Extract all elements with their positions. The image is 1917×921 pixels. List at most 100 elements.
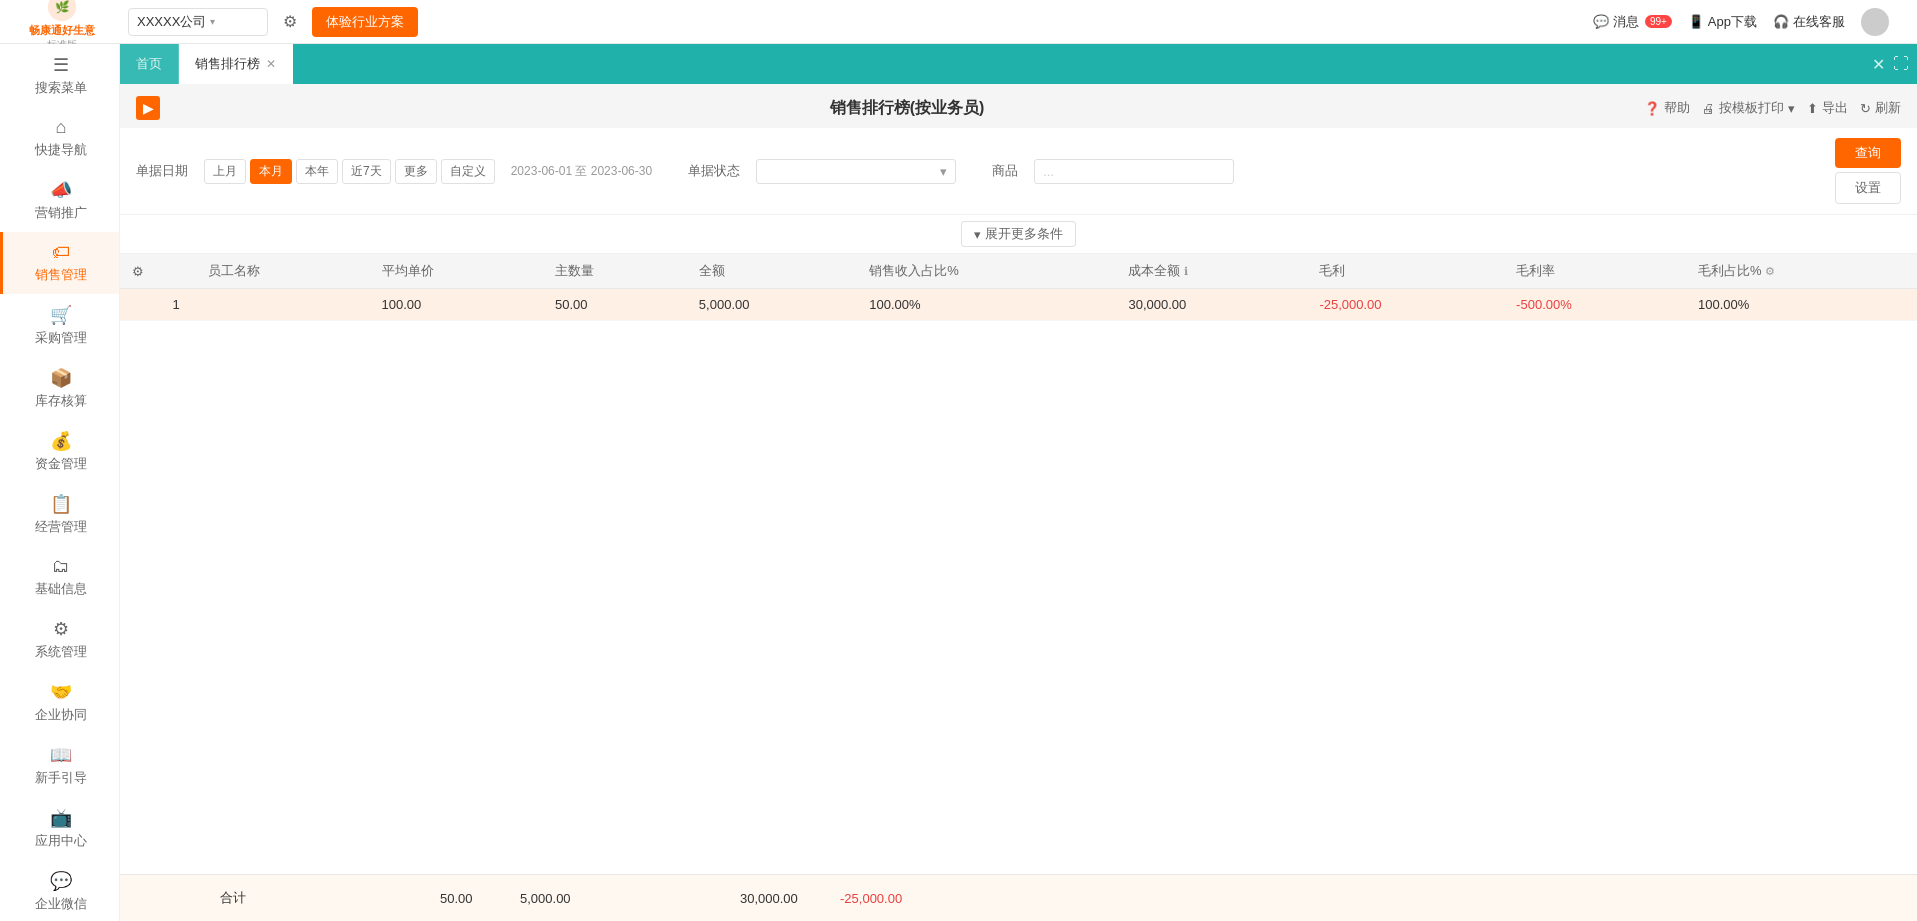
message-btn[interactable]: 💬 消息 99+ [1593,13,1672,31]
export-btn[interactable]: ⬆ 导出 [1807,99,1848,117]
expand-icon: ▾ [974,227,981,242]
online-service-btn[interactable]: 🎧 在线客服 [1773,13,1845,31]
footer-label: 合计 [208,883,328,913]
cell-quantity: 50.00 [543,289,687,321]
sidebar-label-sales: 销售管理 [35,266,87,284]
date-btn-7days[interactable]: 近7天 [342,159,391,184]
headset-icon: 🎧 [1773,14,1789,29]
sidebar-item-wechat[interactable]: 💬 企业微信 [0,860,119,921]
goods-input[interactable]: ... [1034,159,1234,184]
sidebar-item-finance[interactable]: 💰 资金管理 [0,420,119,483]
logo-line1: 畅康通好生意 [29,23,95,38]
setting-btn[interactable]: 设置 [1835,172,1901,204]
app-download-btn[interactable]: 📱 App下载 [1688,13,1757,31]
avatar[interactable] [1861,8,1889,36]
inventory-icon: 📦 [50,367,72,389]
cell-cost: 30,000.00 [1116,289,1307,321]
date-btn-more[interactable]: 更多 [395,159,437,184]
finance-icon: 💰 [50,430,72,452]
help-btn[interactable]: ❓ 帮助 [1644,99,1690,117]
collapse-arrow-btn[interactable]: ▶ [136,96,160,120]
col-cost: 成本全额 ℹ [1116,254,1307,289]
cell-rank: 1 [156,289,196,321]
chevron-down-icon: ▾ [210,16,215,27]
footer-sales-pct [608,892,728,904]
sidebar-label-wechat: 企业微信 [35,895,87,913]
col-name: 员工名称 [196,254,370,289]
date-btn-custom[interactable]: 自定义 [441,159,495,184]
sidebar-label-quick-nav: 快捷导航 [35,141,87,159]
sidebar-label-enterprise: 企业协同 [35,706,87,724]
expand-conditions-btn[interactable]: ▾ 展开更多条件 [961,221,1076,247]
sidebar-item-enterprise[interactable]: 🤝 企业协同 [0,671,119,734]
tab-home[interactable]: 首页 [120,44,179,84]
sidebar-item-operations[interactable]: 📋 经营管理 [0,483,119,546]
footer-cost: 30,000.00 [728,885,828,912]
sales-icon: 🏷 [52,242,70,263]
goods-placeholder: ... [1043,164,1225,179]
enterprise-icon: 🤝 [50,681,72,703]
cell-amount: 5,000.00 [687,289,857,321]
page-header: ▶ 销售排行榜(按业务员) ❓ 帮助 🖨 按模板打印 ▾ ⬆ 导出 [120,84,1917,128]
sidebar-item-inventory[interactable]: 📦 库存核算 [0,357,119,420]
company-name: XXXXX公司 [137,13,206,31]
expand-row: ▾ 展开更多条件 [120,215,1917,254]
basics-icon: 🗂 [52,556,70,577]
tab-sales-ranking[interactable]: 销售排行榜 ✕ [179,44,293,84]
col-avg-price: 平均单价 [370,254,544,289]
message-icon: 💬 [1593,14,1609,29]
filter-actions: 查询 设置 [1835,138,1901,204]
date-label: 单据日期 [136,162,188,180]
refresh-label: 刷新 [1875,99,1901,117]
trial-button[interactable]: 体验行业方案 [312,7,418,37]
date-btn-this-month[interactable]: 本月 [250,159,292,184]
print-chevron-icon: ▾ [1788,101,1795,116]
sidebar-item-quick-nav[interactable]: ⌂ 快捷导航 [0,107,119,169]
svg-text:🌿: 🌿 [55,0,70,14]
tab-close-window-icon[interactable]: ✕ [1872,55,1885,74]
sidebar-label-apps: 应用中心 [35,832,87,850]
tab-close-icon[interactable]: ✕ [266,57,276,71]
print-icon: 🖨 [1702,101,1715,116]
col-settings[interactable]: ⚙ [120,254,156,289]
sidebar-item-system[interactable]: ⚙ 系统管理 [0,608,119,671]
purchase-icon: 🛒 [50,304,72,326]
tab-bar: 首页 销售排行榜 ✕ ✕ ⛶ [120,44,1917,84]
table-row: 1 100.00 50.00 5,000.00 100.00% 30,000.0… [120,289,1917,321]
sidebar-item-search[interactable]: ☰ 搜索菜单 [0,44,119,107]
date-btn-last-month[interactable]: 上月 [204,159,246,184]
search-icon: ☰ [53,54,69,76]
cell-sales-pct: 100.00% [857,289,1116,321]
sidebar-item-purchase[interactable]: 🛒 采购管理 [0,294,119,357]
sidebar-item-marketing[interactable]: 📣 营销推广 [0,169,119,232]
company-selector[interactable]: XXXXX公司 ▾ [128,8,268,36]
data-table: ⚙ 员工名称 平均单价 主数量 全额 销售收入占比% 成本全额 ℹ 毛利 毛利率… [120,254,1917,321]
goods-label: 商品 [992,162,1018,180]
query-btn[interactable]: 查询 [1835,138,1901,168]
tab-bar-right: ✕ ⛶ [1872,44,1917,84]
sidebar-item-apps[interactable]: 📺 应用中心 [0,797,119,860]
sidebar-item-basics[interactable]: 🗂 基础信息 [0,546,119,608]
status-select[interactable]: ▾ [756,159,956,184]
print-btn[interactable]: 🖨 按模板打印 ▾ [1702,99,1795,117]
sidebar-label-search: 搜索菜单 [35,79,87,97]
cell-profit: -25,000.00 [1307,289,1504,321]
logo-icon: 🌿 [46,0,78,23]
col-profit-rate: 毛利率 [1504,254,1686,289]
system-icon: ⚙ [53,618,69,640]
sidebar-item-guide[interactable]: 📖 新手引导 [0,734,119,797]
app-download-label: App下载 [1708,13,1757,31]
tab-fullscreen-icon[interactable]: ⛶ [1893,55,1909,73]
cell-avg-price: 100.00 [370,289,544,321]
company-settings-icon[interactable]: ⚙ [276,8,304,36]
sidebar-item-sales[interactable]: 🏷 销售管理 [0,232,119,294]
refresh-btn[interactable]: ↻ 刷新 [1860,99,1901,117]
marketing-icon: 📣 [50,179,72,201]
page-title: 销售排行榜(按业务员) [830,98,985,119]
content-area: 首页 销售排行榜 ✕ ✕ ⛶ ▶ 销售排行榜(按业务员) ❓ 帮助 [120,44,1917,921]
table-header-row: ⚙ 员工名称 平均单价 主数量 全额 销售收入占比% 成本全额 ℹ 毛利 毛利率… [120,254,1917,289]
help-icon: ❓ [1644,101,1660,116]
footer-quantity: 50.00 [428,885,508,912]
date-btn-this-year[interactable]: 本年 [296,159,338,184]
main-layout: ☰ 搜索菜单 ⌂ 快捷导航 📣 营销推广 🏷 销售管理 🛒 采购管理 📦 库存核… [0,44,1917,921]
